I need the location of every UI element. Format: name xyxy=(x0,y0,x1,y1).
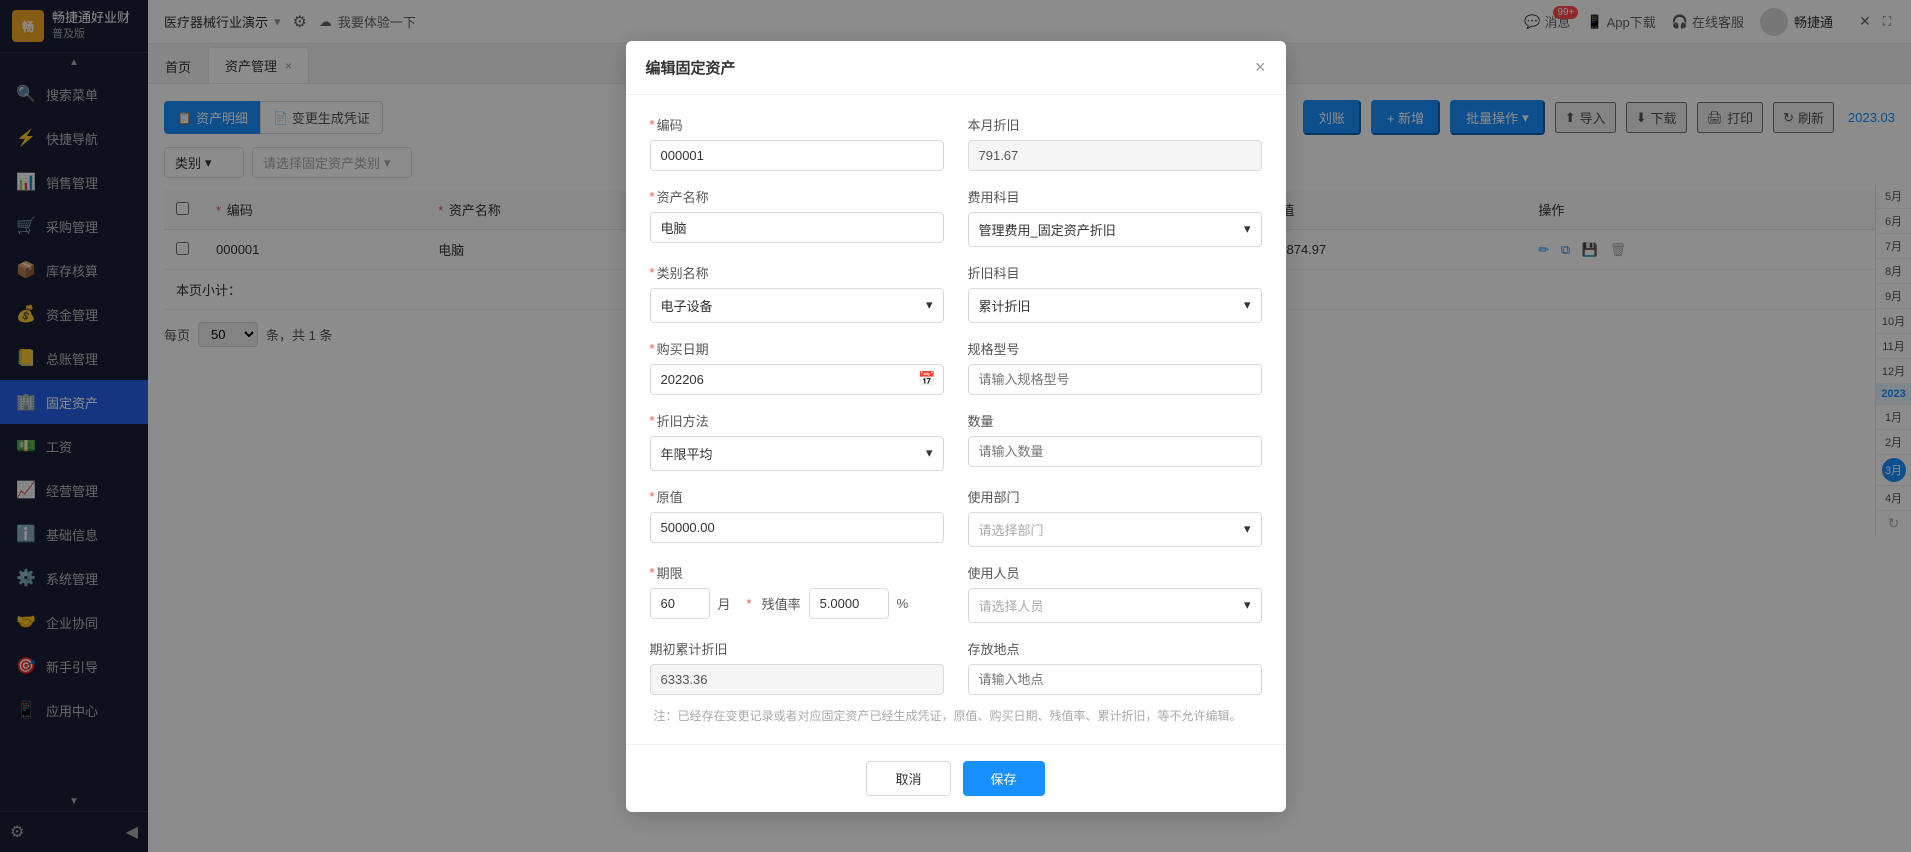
category-select[interactable]: 电子设备 ▾ xyxy=(650,288,944,323)
monthly-dep-input xyxy=(968,140,1262,171)
location-input[interactable] xyxy=(968,664,1262,695)
purchase-date-input[interactable] xyxy=(650,364,944,395)
form-item-dep-method: * 折旧方法 年限平均 ▾ xyxy=(650,411,944,471)
chevron-down-icon: ▾ xyxy=(1244,597,1251,613)
form-label-person: 使用人员 xyxy=(968,563,1262,582)
calendar-icon[interactable]: 📅 xyxy=(918,371,935,388)
form-item-dep-account: 折旧科目 累计折旧 ▾ xyxy=(968,263,1262,323)
form-label-department: 使用部门 xyxy=(968,487,1262,506)
form-item-code: * 编码 xyxy=(650,115,944,171)
form-item-person: 使用人员 请选择人员 ▾ xyxy=(968,563,1262,623)
purchase-date-field: 📅 xyxy=(650,364,944,395)
dep-account-select[interactable]: 累计折旧 ▾ xyxy=(968,288,1262,323)
original-value-input[interactable] xyxy=(650,512,944,543)
form-item-quantity: 数量 xyxy=(968,411,1262,471)
chevron-down-icon: ▾ xyxy=(926,445,933,461)
department-select[interactable]: 请选择部门 ▾ xyxy=(968,512,1262,547)
form-label-code: * 编码 xyxy=(650,115,944,134)
form-label-dep-account: 折旧科目 xyxy=(968,263,1262,282)
modal-title: 编辑固定资产 xyxy=(646,57,736,78)
form-label-location: 存放地点 xyxy=(968,639,1262,658)
person-select[interactable]: 请选择人员 ▾ xyxy=(968,588,1262,623)
form-grid: * 编码 本月折旧 * 资产名称 xyxy=(650,115,1262,695)
expense-account-select[interactable]: 管理费用_固定资产折旧 ▾ xyxy=(968,212,1262,247)
modal-close-button[interactable]: × xyxy=(1255,57,1266,78)
cancel-button[interactable]: 取消 xyxy=(866,761,950,796)
form-item-spec: 规格型号 xyxy=(968,339,1262,395)
form-item-department: 使用部门 请选择部门 ▾ xyxy=(968,487,1262,547)
form-label-category: * 类别名称 xyxy=(650,263,944,282)
edit-asset-modal: 编辑固定资产 × * 编码 本月折旧 xyxy=(626,41,1286,812)
form-item-initial-dep: 期初累计折旧 xyxy=(650,639,944,695)
form-label-monthly-dep: 本月折旧 xyxy=(968,115,1262,134)
chevron-down-icon: ▾ xyxy=(926,297,933,313)
chevron-down-icon: ▾ xyxy=(1244,521,1251,537)
form-item-monthly-dep: 本月折旧 xyxy=(968,115,1262,171)
residual-rate-input[interactable] xyxy=(809,588,889,619)
asset-name-input[interactable] xyxy=(650,212,944,243)
form-label-period: * 期限 xyxy=(650,563,944,582)
note-text: 注：已经存在变更记录或者对应固定资产已经生成凭证，原值、购买日期、残值率、累计折… xyxy=(650,707,1262,724)
quantity-input[interactable] xyxy=(968,436,1262,467)
form-label-quantity: 数量 xyxy=(968,411,1262,430)
form-item-original-value: * 原值 xyxy=(650,487,944,547)
form-label-asset-name: * 资产名称 xyxy=(650,187,944,206)
form-item-expense-account: 费用科目 管理费用_固定资产折旧 ▾ xyxy=(968,187,1262,247)
modal-overlay: 编辑固定资产 × * 编码 本月折旧 xyxy=(0,0,1911,852)
modal-header: 编辑固定资产 × xyxy=(626,41,1286,95)
form-item-category: * 类别名称 电子设备 ▾ xyxy=(650,263,944,323)
form-label-spec: 规格型号 xyxy=(968,339,1262,358)
form-label-dep-method: * 折旧方法 xyxy=(650,411,944,430)
spec-input[interactable] xyxy=(968,364,1262,395)
modal-footer: 取消 保存 xyxy=(626,744,1286,812)
form-item-period-residual: * 期限 月 * 残值率 % xyxy=(650,563,944,623)
modal-body: * 编码 本月折旧 * 资产名称 xyxy=(626,95,1286,744)
form-item-asset-name: * 资产名称 xyxy=(650,187,944,247)
initial-dep-input xyxy=(650,664,944,695)
chevron-down-icon: ▾ xyxy=(1244,297,1251,313)
code-input[interactable] xyxy=(650,140,944,171)
save-button[interactable]: 保存 xyxy=(963,761,1045,796)
period-row: 月 * 残值率 % xyxy=(650,588,944,619)
form-item-location: 存放地点 xyxy=(968,639,1262,695)
period-input[interactable] xyxy=(650,588,710,619)
form-label-purchase-date: * 购买日期 xyxy=(650,339,944,358)
form-label-initial-dep: 期初累计折旧 xyxy=(650,639,944,658)
dep-method-select[interactable]: 年限平均 ▾ xyxy=(650,436,944,471)
form-item-purchase-date: * 购买日期 📅 xyxy=(650,339,944,395)
form-label-original-value: * 原值 xyxy=(650,487,944,506)
chevron-down-icon: ▾ xyxy=(1244,221,1251,237)
form-label-expense-account: 费用科目 xyxy=(968,187,1262,206)
